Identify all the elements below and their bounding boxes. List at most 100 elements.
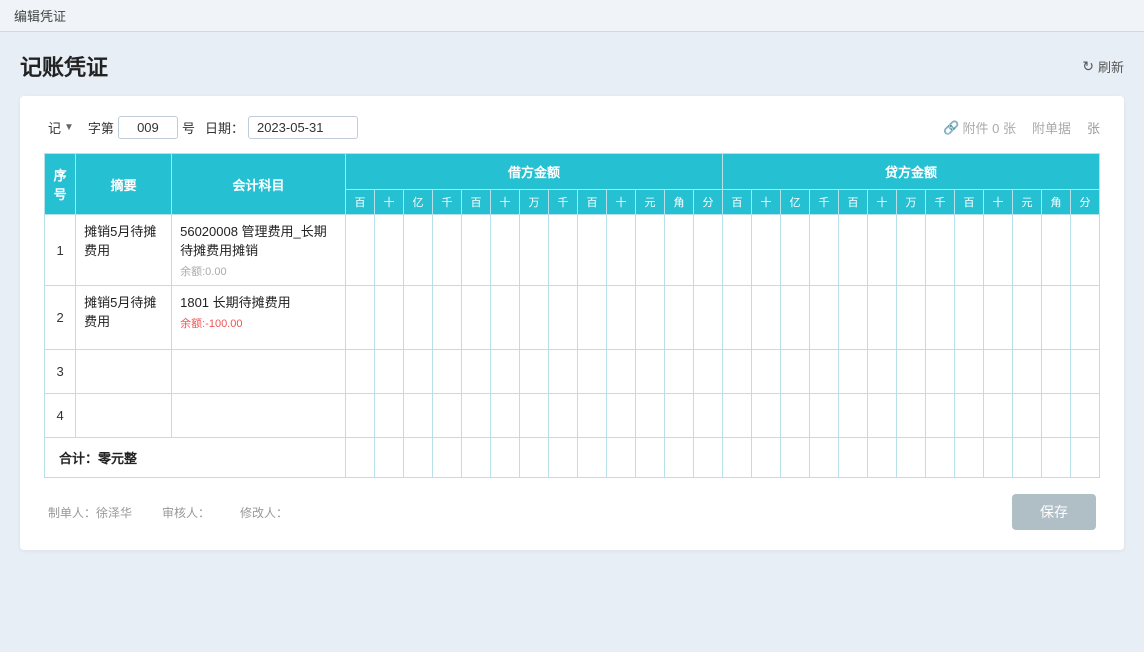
row-1-credit-digit-5[interactable] (867, 215, 896, 286)
row-account-4[interactable] (172, 394, 346, 438)
table-row[interactable]: 1摊销5月待摊费用56020008 管理费用_长期待摊费用摊销余额:0.00 (45, 215, 1100, 286)
row-summary-2[interactable]: 摊销5月待摊费用 (76, 286, 172, 350)
row-2-debit-digit-1[interactable] (374, 286, 403, 350)
row-3-credit-digit-2[interactable] (780, 350, 809, 394)
table-row[interactable]: 4 (45, 394, 1100, 438)
attach-link[interactable]: 🔗 附件 0 张 (943, 118, 1016, 137)
row-1-credit-digit-3[interactable] (809, 215, 838, 286)
row-4-debit-digit-6[interactable] (519, 394, 548, 438)
row-4-credit-digit-8[interactable] (954, 394, 983, 438)
voucher-number-input[interactable] (118, 116, 178, 139)
row-3-debit-digit-5[interactable] (490, 350, 519, 394)
row-3-debit-digit-11[interactable] (664, 350, 693, 394)
row-4-debit-digit-12[interactable] (693, 394, 722, 438)
row-2-debit-digit-9[interactable] (606, 286, 635, 350)
row-3-credit-digit-0[interactable] (722, 350, 751, 394)
row-3-credit-digit-1[interactable] (751, 350, 780, 394)
row-2-debit-digit-6[interactable] (519, 286, 548, 350)
row-1-credit-digit-2[interactable] (780, 215, 809, 286)
row-4-debit-digit-0[interactable] (345, 394, 374, 438)
row-2-debit-digit-4[interactable] (461, 286, 490, 350)
row-4-debit-digit-7[interactable] (548, 394, 577, 438)
row-4-credit-digit-6[interactable] (896, 394, 925, 438)
row-3-debit-digit-12[interactable] (693, 350, 722, 394)
date-input[interactable] (248, 116, 358, 139)
row-1-debit-digit-11[interactable] (664, 215, 693, 286)
row-4-debit-digit-8[interactable] (577, 394, 606, 438)
row-3-credit-digit-5[interactable] (867, 350, 896, 394)
row-4-debit-digit-1[interactable] (374, 394, 403, 438)
row-2-credit-digit-5[interactable] (867, 286, 896, 350)
row-1-credit-digit-10[interactable] (1012, 215, 1041, 286)
row-4-credit-digit-0[interactable] (722, 394, 751, 438)
row-3-credit-digit-7[interactable] (925, 350, 954, 394)
row-1-debit-digit-4[interactable] (461, 215, 490, 286)
row-2-debit-digit-12[interactable] (693, 286, 722, 350)
row-1-debit-digit-9[interactable] (606, 215, 635, 286)
row-2-credit-digit-8[interactable] (954, 286, 983, 350)
row-3-debit-digit-6[interactable] (519, 350, 548, 394)
row-4-credit-digit-4[interactable] (838, 394, 867, 438)
row-3-debit-digit-9[interactable] (606, 350, 635, 394)
row-1-debit-digit-6[interactable] (519, 215, 548, 286)
row-3-credit-digit-10[interactable] (1012, 350, 1041, 394)
row-2-credit-digit-0[interactable] (722, 286, 751, 350)
row-1-credit-digit-11[interactable] (1041, 215, 1070, 286)
row-2-credit-digit-6[interactable] (896, 286, 925, 350)
row-4-credit-digit-10[interactable] (1012, 394, 1041, 438)
row-2-credit-digit-3[interactable] (809, 286, 838, 350)
row-2-credit-digit-1[interactable] (751, 286, 780, 350)
row-1-debit-digit-8[interactable] (577, 215, 606, 286)
row-1-credit-digit-0[interactable] (722, 215, 751, 286)
row-1-debit-digit-12[interactable] (693, 215, 722, 286)
row-1-debit-digit-1[interactable] (374, 215, 403, 286)
row-1-credit-digit-12[interactable] (1070, 215, 1099, 286)
row-3-credit-digit-3[interactable] (809, 350, 838, 394)
row-1-credit-digit-9[interactable] (983, 215, 1012, 286)
row-4-credit-digit-2[interactable] (780, 394, 809, 438)
row-4-credit-digit-11[interactable] (1041, 394, 1070, 438)
row-2-debit-digit-5[interactable] (490, 286, 519, 350)
row-2-credit-digit-9[interactable] (983, 286, 1012, 350)
row-4-debit-digit-2[interactable] (403, 394, 432, 438)
row-2-credit-digit-2[interactable] (780, 286, 809, 350)
row-2-credit-digit-10[interactable] (1012, 286, 1041, 350)
row-4-credit-digit-3[interactable] (809, 394, 838, 438)
row-2-debit-digit-11[interactable] (664, 286, 693, 350)
row-3-credit-digit-4[interactable] (838, 350, 867, 394)
row-4-debit-digit-9[interactable] (606, 394, 635, 438)
row-1-debit-digit-3[interactable] (432, 215, 461, 286)
row-1-credit-digit-4[interactable] (838, 215, 867, 286)
row-1-credit-digit-7[interactable] (925, 215, 954, 286)
row-3-credit-digit-12[interactable] (1070, 350, 1099, 394)
row-3-credit-digit-9[interactable] (983, 350, 1012, 394)
table-row[interactable]: 2摊销5月待摊费用1801 长期待摊费用余额:-100.00 (45, 286, 1100, 350)
row-4-credit-digit-1[interactable] (751, 394, 780, 438)
table-row[interactable]: 3 (45, 350, 1100, 394)
row-1-debit-digit-10[interactable] (635, 215, 664, 286)
row-3-debit-digit-10[interactable] (635, 350, 664, 394)
row-3-debit-digit-1[interactable] (374, 350, 403, 394)
row-account-2[interactable]: 1801 长期待摊费用余额:-100.00 (172, 286, 346, 350)
refresh-button[interactable]: ↻ 刷新 (1082, 57, 1124, 76)
row-1-credit-digit-1[interactable] (751, 215, 780, 286)
row-3-debit-digit-7[interactable] (548, 350, 577, 394)
row-4-credit-digit-12[interactable] (1070, 394, 1099, 438)
row-4-debit-digit-3[interactable] (432, 394, 461, 438)
row-2-credit-digit-4[interactable] (838, 286, 867, 350)
attach-single-label[interactable]: 附单据 (1032, 118, 1071, 137)
row-3-debit-digit-8[interactable] (577, 350, 606, 394)
row-3-debit-digit-0[interactable] (345, 350, 374, 394)
voucher-type-button[interactable]: 记 ▼ (44, 116, 78, 139)
row-4-debit-digit-10[interactable] (635, 394, 664, 438)
row-4-credit-digit-7[interactable] (925, 394, 954, 438)
row-2-debit-digit-0[interactable] (345, 286, 374, 350)
row-1-debit-digit-0[interactable] (345, 215, 374, 286)
row-4-credit-digit-5[interactable] (867, 394, 896, 438)
row-2-credit-digit-11[interactable] (1041, 286, 1070, 350)
row-4-debit-digit-5[interactable] (490, 394, 519, 438)
row-3-credit-digit-11[interactable] (1041, 350, 1070, 394)
row-1-credit-digit-8[interactable] (954, 215, 983, 286)
row-3-debit-digit-3[interactable] (432, 350, 461, 394)
row-4-debit-digit-4[interactable] (461, 394, 490, 438)
